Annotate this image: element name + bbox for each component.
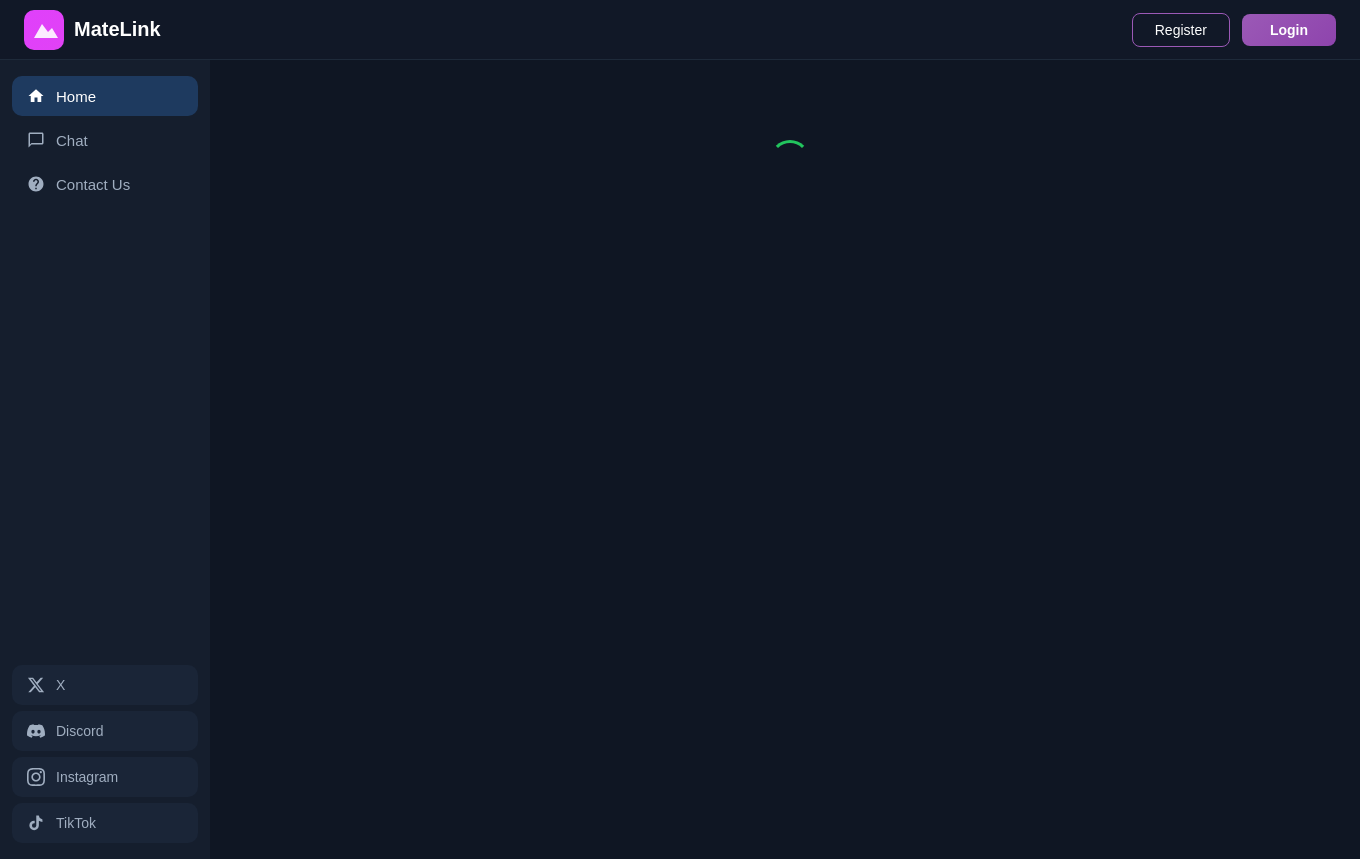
- spinner-arc: [770, 140, 810, 180]
- tiktok-icon: [26, 813, 46, 833]
- sidebar: Home Chat Contact Us: [0, 60, 210, 859]
- sidebar-item-chat[interactable]: Chat: [12, 120, 198, 160]
- sidebar-item-contact-us[interactable]: Contact Us: [12, 164, 198, 204]
- contact-us-icon: [26, 174, 46, 194]
- brand-logo-icon: [24, 10, 64, 50]
- main-content: [210, 60, 1360, 859]
- sidebar-nav: Home Chat Contact Us: [12, 76, 198, 657]
- loading-spinner: [770, 140, 810, 180]
- sidebar-item-home-label: Home: [56, 88, 96, 105]
- sidebar-socials: X Discord Instagram: [12, 665, 198, 843]
- discord-icon: [26, 721, 46, 741]
- navbar-actions: Register Login: [1132, 13, 1336, 47]
- home-icon: [26, 86, 46, 106]
- social-item-x[interactable]: X: [12, 665, 198, 705]
- instagram-icon: [26, 767, 46, 787]
- login-button[interactable]: Login: [1242, 14, 1336, 46]
- brand-logo-link[interactable]: MateLink: [24, 10, 161, 50]
- social-x-label: X: [56, 677, 65, 693]
- x-icon: [26, 675, 46, 695]
- social-item-instagram[interactable]: Instagram: [12, 757, 198, 797]
- brand-name: MateLink: [74, 18, 161, 41]
- sidebar-item-home[interactable]: Home: [12, 76, 198, 116]
- social-item-tiktok[interactable]: TikTok: [12, 803, 198, 843]
- social-discord-label: Discord: [56, 723, 103, 739]
- chat-icon: [26, 130, 46, 150]
- navbar: MateLink Register Login: [0, 0, 1360, 60]
- main-layout: Home Chat Contact Us: [0, 60, 1360, 859]
- social-item-discord[interactable]: Discord: [12, 711, 198, 751]
- social-tiktok-label: TikTok: [56, 815, 96, 831]
- register-button[interactable]: Register: [1132, 13, 1230, 47]
- sidebar-item-chat-label: Chat: [56, 132, 88, 149]
- social-instagram-label: Instagram: [56, 769, 118, 785]
- sidebar-item-contact-us-label: Contact Us: [56, 176, 130, 193]
